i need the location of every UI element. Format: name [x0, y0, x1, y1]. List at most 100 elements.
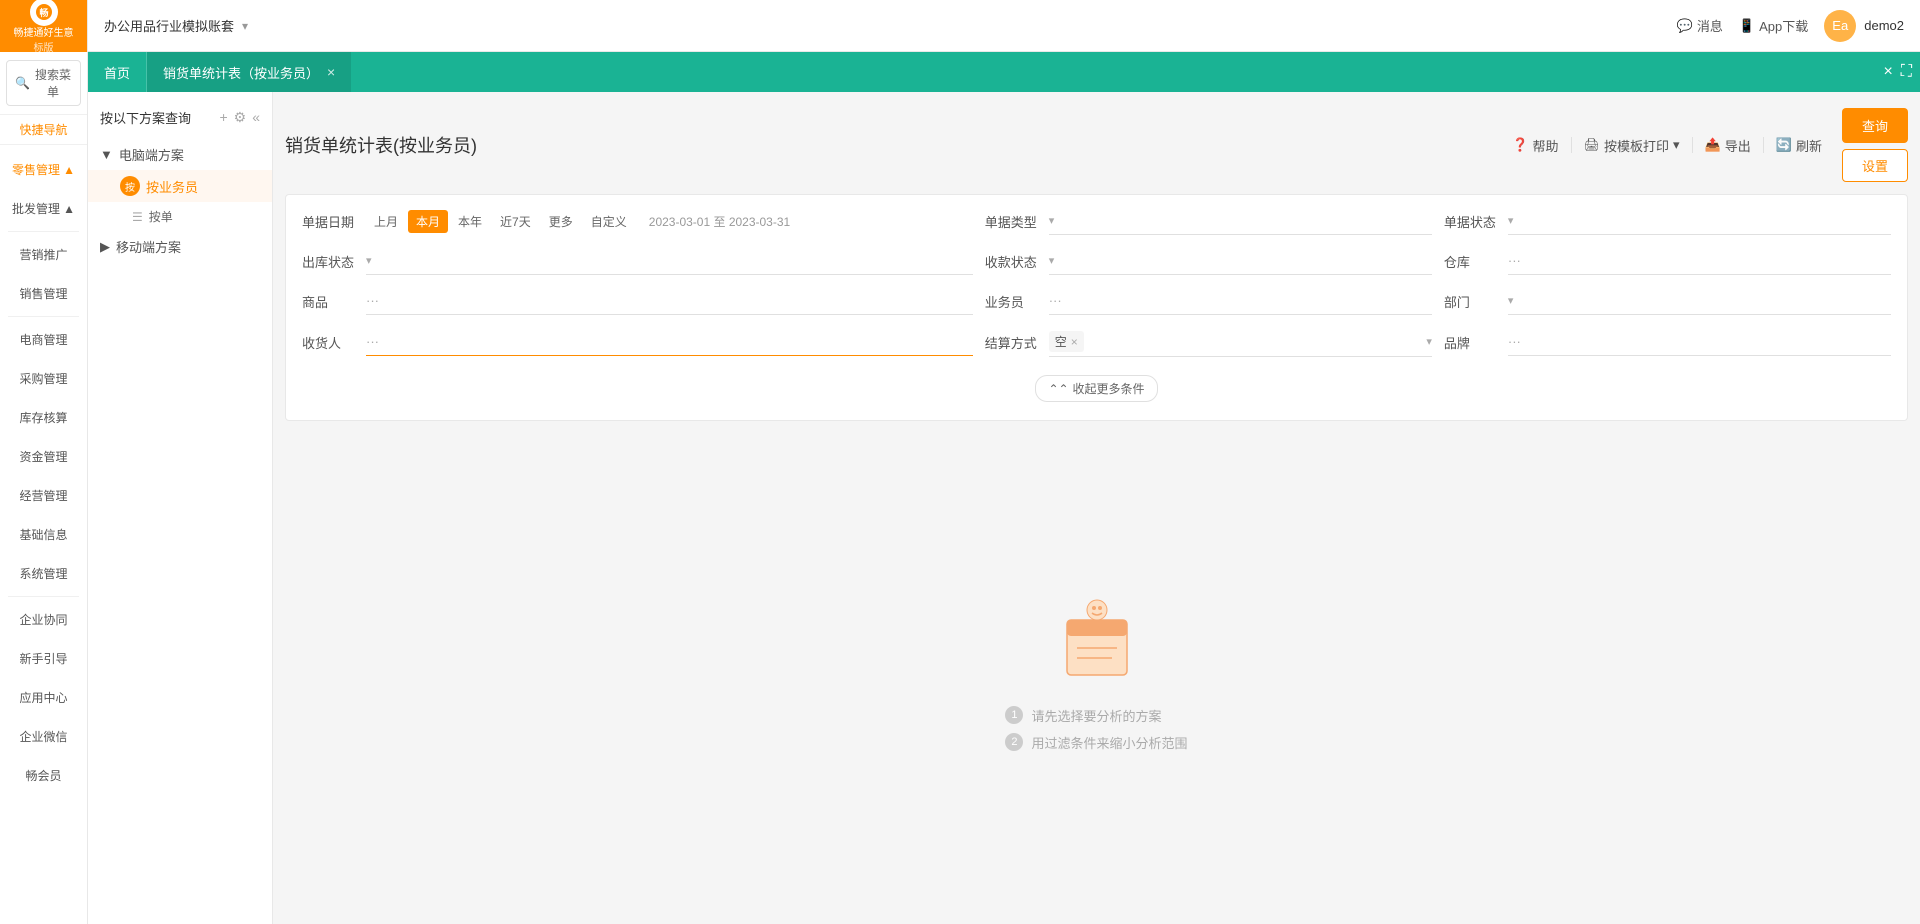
desktop-section-label: 电脑端方案	[119, 145, 184, 164]
salesperson-scheme-label: 按业务员	[146, 177, 198, 196]
department-input[interactable]: ▾	[1508, 287, 1891, 315]
app-download-icon: 📱	[1739, 18, 1755, 34]
salesperson-input[interactable]: ···	[1049, 287, 1432, 315]
filter-row-4: 收货人 ··· 结算方式 空 × ▾	[302, 327, 1891, 357]
add-scheme-icon[interactable]: +	[219, 109, 227, 126]
product-label: 商品	[302, 292, 358, 311]
search-icon: 🔍	[15, 76, 30, 90]
app-download-action[interactable]: 📱 App下载	[1739, 16, 1808, 35]
page-title: 销货单统计表(按业务员)	[285, 132, 477, 158]
nav-divider-3	[8, 596, 79, 597]
filter-row-1: 单据日期 上月 本月 本年 近7天 更多 自定义 2023-03-01 至 20…	[302, 207, 1891, 235]
tree-item-by-salesperson[interactable]: 按 按业务员	[88, 170, 272, 202]
tree-desktop-section[interactable]: ▼ 电脑端方案	[88, 139, 272, 170]
empty-step-2: 2 用过滤条件来缩小分析范围	[1005, 733, 1187, 752]
mobile-arrow-icon: ▶	[100, 239, 110, 255]
sidebar-item-corp-collab[interactable]: 企业协同	[4, 601, 83, 638]
tree-item-by-doc[interactable]: ☰ 按单	[88, 202, 272, 231]
sidebar-item-app-center[interactable]: 应用中心	[4, 679, 83, 716]
main-content: 办公用品行业模拟账套 ▾ 💬 消息 📱 App下载 Ea demo2 首页	[88, 0, 1920, 924]
sidebar-item-marketing[interactable]: 营销推广	[4, 236, 83, 273]
sidebar-item-wholesale[interactable]: 批发管理 ▲	[4, 190, 83, 227]
refresh-label: 刷新	[1796, 136, 1822, 155]
collapse-panel-icon[interactable]: «	[252, 109, 260, 126]
filter-form: 单据日期 上月 本月 本年 近7天 更多 自定义 2023-03-01 至 20…	[285, 194, 1908, 421]
date-tab-custom[interactable]: 自定义	[583, 210, 635, 233]
out-status-input[interactable]: ▾	[366, 247, 973, 275]
settings-scheme-icon[interactable]: ⚙	[234, 109, 247, 126]
brand-dots[interactable]: ···	[1508, 334, 1521, 349]
warehouse-input[interactable]: ···	[1508, 247, 1891, 275]
help-label: 帮助	[1533, 136, 1559, 155]
date-tab-7days[interactable]: 近7天	[492, 210, 539, 233]
department-label: 部门	[1444, 292, 1500, 311]
sidebar-item-sales[interactable]: 销售管理	[4, 275, 83, 312]
consignee-dots[interactable]: ···	[366, 334, 379, 349]
tab-home[interactable]: 首页	[88, 52, 147, 92]
product-input[interactable]: ···	[366, 287, 973, 315]
date-tab-this-month[interactable]: 本月	[408, 210, 448, 233]
receive-status-input[interactable]: ▾	[1049, 247, 1432, 275]
sidebar-item-purchase[interactable]: 采购管理	[4, 360, 83, 397]
brand-input[interactable]: ···	[1508, 328, 1891, 356]
sidebar-item-finance[interactable]: 资金管理	[4, 438, 83, 475]
message-action[interactable]: 💬 消息	[1677, 16, 1723, 35]
search-menu-button[interactable]: 🔍 搜索菜单	[6, 60, 81, 106]
quick-nav-btn[interactable]: 快捷导航	[8, 121, 79, 138]
left-panel-header: 按以下方案查询 + ⚙ «	[88, 100, 272, 135]
print-btn[interactable]: 🖨 按模板打印 ▾	[1584, 136, 1680, 155]
date-tab-last-month[interactable]: 上月	[366, 210, 406, 233]
empty-state: 1 请先选择要分析的方案 2 用过滤条件来缩小分析范围	[285, 429, 1908, 912]
help-btn[interactable]: ❓ 帮助	[1512, 136, 1558, 155]
sidebar: 畅 畅捷通好生意 标版 🔍 搜索菜单 快捷导航 零售管理 ▲ 批发管理 ▲	[0, 0, 88, 924]
tab-sales-stats[interactable]: 销货单统计表（按业务员） ×	[147, 52, 351, 92]
payment-input[interactable]: 空 × ▾	[1049, 327, 1432, 357]
payment-tag: 空 ×	[1049, 331, 1084, 352]
payment-tag-close-icon[interactable]: ×	[1071, 335, 1078, 349]
sales-stats-tab-label: 销货单统计表（按业务员）	[163, 63, 319, 82]
user-name[interactable]: demo2	[1864, 18, 1904, 33]
sidebar-item-newbie[interactable]: 新手引导	[4, 640, 83, 677]
sidebar-item-corp-wechat[interactable]: 企业微信	[4, 718, 83, 755]
payment-tag-text: 空	[1055, 333, 1067, 350]
avatar: Ea	[1824, 10, 1856, 42]
sidebar-item-ecommerce[interactable]: 电商管理	[4, 321, 83, 358]
out-status-chevron: ▾	[366, 254, 372, 267]
tree-section: ▼ 电脑端方案 按 按业务员 ☰ 按单 ▶ 移动端方案	[88, 135, 272, 266]
date-tab-more[interactable]: 更多	[541, 210, 581, 233]
filter-row-3: 商品 ··· 业务员 ··· 部门 ▾	[302, 287, 1891, 315]
settings-button[interactable]: 设置	[1842, 149, 1908, 182]
sidebar-item-member[interactable]: 畅会员	[4, 757, 83, 794]
tree-mobile-section[interactable]: ▶ 移动端方案	[88, 231, 272, 262]
step-2-num: 2	[1005, 733, 1023, 751]
topbar-dropdown-icon[interactable]: ▾	[242, 19, 248, 33]
retail-arrow: ▲	[63, 163, 75, 177]
product-dots[interactable]: ···	[366, 293, 379, 308]
tab-maximize-icon[interactable]: ⛶	[1901, 63, 1912, 81]
export-btn[interactable]: 📤 导出	[1705, 136, 1751, 155]
wholesale-arrow: ▲	[63, 202, 75, 216]
sidebar-item-retail[interactable]: 零售管理 ▲	[4, 151, 83, 188]
date-label: 单据日期	[302, 212, 358, 231]
warehouse-dots[interactable]: ···	[1508, 253, 1521, 268]
date-tab-this-year[interactable]: 本年	[450, 210, 490, 233]
doc-type-input[interactable]: ▾	[1049, 207, 1432, 235]
query-button[interactable]: 查询	[1842, 108, 1908, 143]
export-icon: 📤	[1705, 137, 1721, 153]
sidebar-item-inventory[interactable]: 库存核算	[4, 399, 83, 436]
salesperson-dots[interactable]: ···	[1049, 293, 1062, 308]
doc-status-input[interactable]: ▾	[1508, 207, 1891, 235]
collapse-btn[interactable]: ⌃⌃ 收起更多条件	[1035, 375, 1157, 402]
empty-svg	[1037, 590, 1157, 690]
sidebar-item-operation[interactable]: 经营管理	[4, 477, 83, 514]
desktop-arrow-icon: ▼	[100, 147, 113, 162]
tab-close-window-icon[interactable]: ×	[1883, 63, 1892, 81]
tab-close-icon[interactable]: ×	[327, 64, 335, 80]
doc-scheme-label: 按单	[149, 208, 173, 225]
message-icon: 💬	[1677, 18, 1693, 34]
consignee-input[interactable]: ···	[366, 328, 973, 356]
sidebar-item-basic[interactable]: 基础信息	[4, 516, 83, 553]
sidebar-item-system[interactable]: 系统管理	[4, 555, 83, 592]
refresh-btn[interactable]: 🔄 刷新	[1776, 136, 1822, 155]
avatar-initial: Ea	[1832, 18, 1848, 33]
